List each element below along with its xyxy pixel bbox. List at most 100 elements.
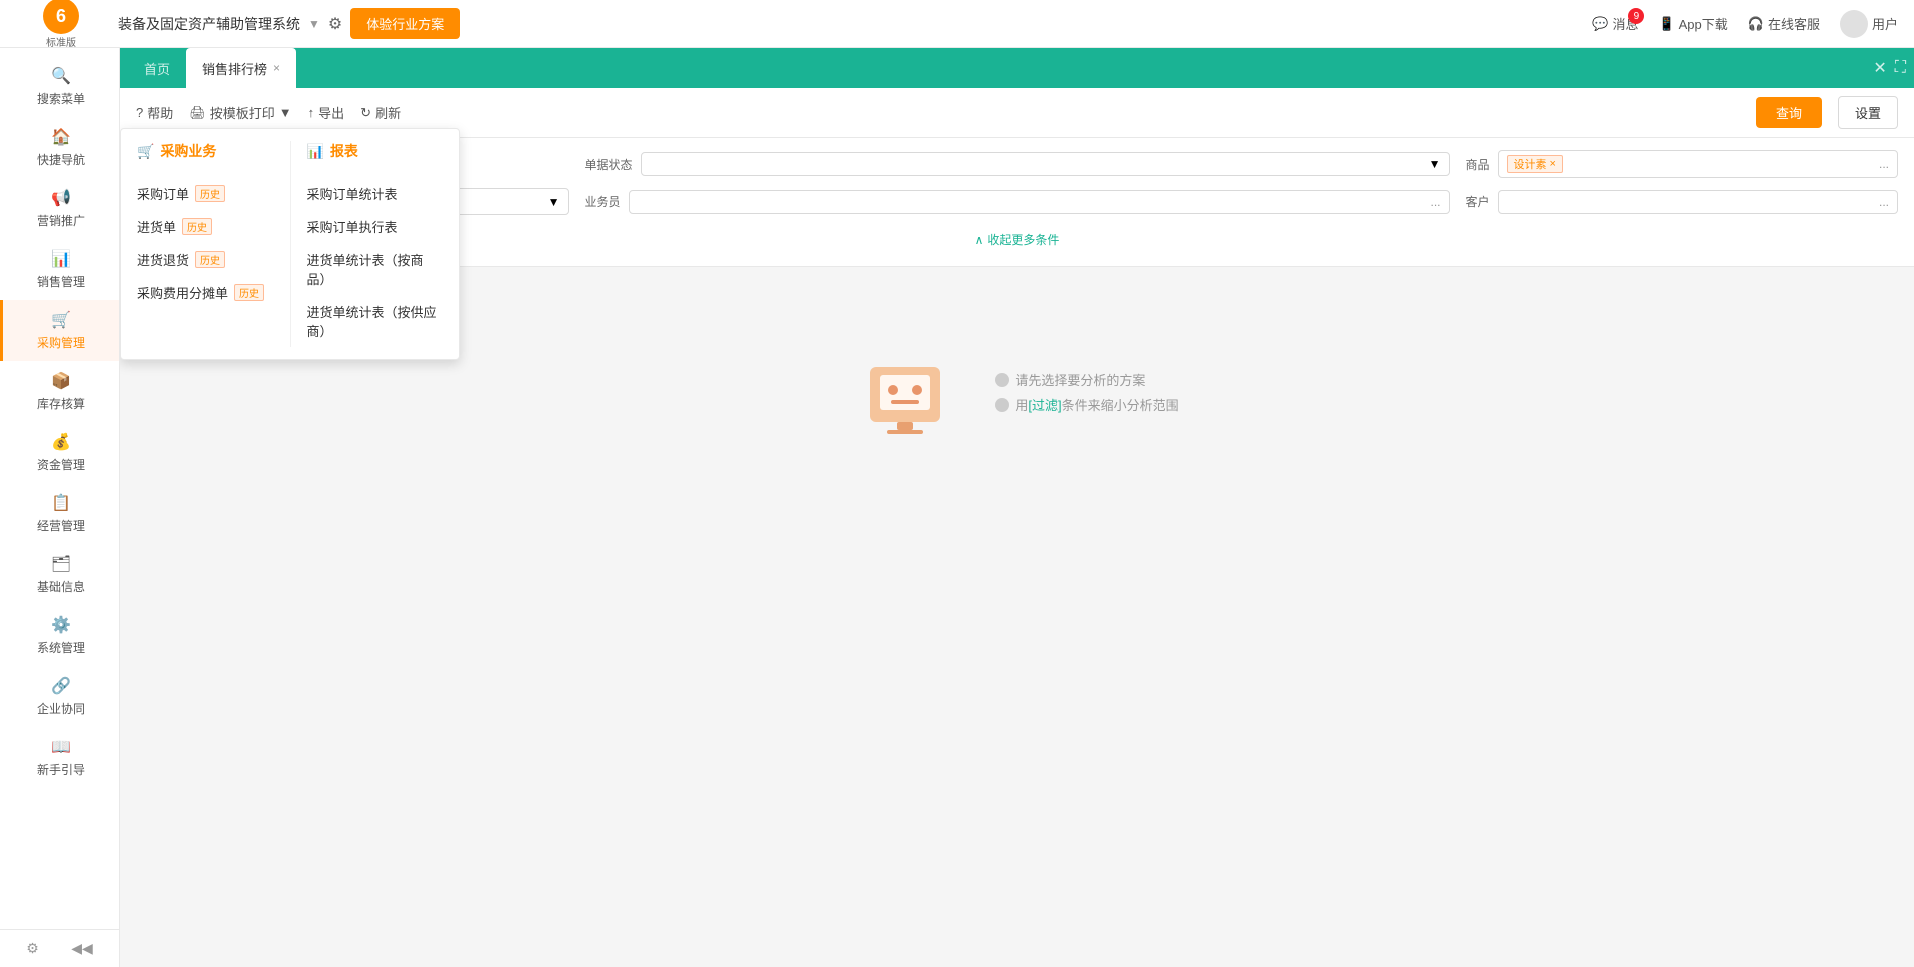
- return-label: 进货退货: [137, 250, 189, 269]
- dropdown-item-expense[interactable]: 采购费用分摊单 历史: [137, 276, 274, 309]
- tabbar-expand-button[interactable]: ⛶: [1895, 59, 1906, 77]
- system-title: 装备及固定资产辅助管理系统: [118, 14, 300, 34]
- sidebar-item-label: 基础信息: [37, 578, 85, 595]
- print-button[interactable]: 🖨 按模板打印 ▼: [189, 103, 291, 122]
- content-area: 首页 销售排行榜 × ✕ ⛶ ? 帮助 🖨 按模板打印: [120, 48, 1914, 967]
- title-arrow-icon[interactable]: ▼: [308, 17, 320, 31]
- sidebar-item-quick[interactable]: 🏠 快捷导航: [0, 117, 119, 178]
- user-label: 用户: [1872, 14, 1898, 33]
- collapse-label: 收起更多条件: [987, 231, 1059, 248]
- tabbar-actions: ✕ ⛶: [1873, 58, 1906, 78]
- message-badge: 9: [1628, 8, 1644, 24]
- dropdown-item-purchase-order[interactable]: 采购订单 历史: [137, 177, 274, 210]
- customer-dots: ...: [1879, 195, 1889, 209]
- dropdown-item-inbound-stats-goods[interactable]: 进货单统计表（按商品）: [307, 243, 444, 295]
- sidebar-item-search[interactable]: 🔍 搜索菜单: [0, 56, 119, 117]
- tab-home[interactable]: 首页: [128, 48, 186, 88]
- sidebar-item-finance[interactable]: 💰 资金管理: [0, 422, 119, 483]
- online-service-button[interactable]: 🎧 在线客服: [1748, 14, 1820, 33]
- logo: 6 标准版: [16, 0, 106, 49]
- doc-status-filter-item: 单据状态 ▼: [585, 152, 1450, 176]
- dropdown-item-po-exec[interactable]: 采购订单执行表: [307, 210, 444, 243]
- inbound-label: 进货单: [137, 217, 176, 236]
- sidebar-item-label: 营销推广: [37, 212, 85, 229]
- headset-icon: 🎧: [1748, 16, 1764, 32]
- tab-sales-rank[interactable]: 销售排行榜 ×: [186, 48, 296, 88]
- app-download-label: App下载: [1679, 14, 1728, 33]
- sidebar-item-label: 经营管理: [37, 517, 85, 534]
- sidebar-item-label: 新手引导: [37, 761, 85, 778]
- purchase-order-history-badge: 历史: [195, 185, 225, 202]
- export-button[interactable]: ↑ 导出: [308, 103, 345, 122]
- sidebar-item-sales[interactable]: 📊 销售管理: [0, 239, 119, 300]
- main-layout: 🔍 搜索菜单 🏠 快捷导航 📢 营销推广 📊 销售管理 🛒 采购管理 📦 库存核…: [0, 48, 1914, 967]
- expense-history-badge: 历史: [234, 284, 264, 301]
- tabbar-close-button[interactable]: ✕: [1873, 58, 1886, 78]
- user-menu-button[interactable]: 用户: [1840, 10, 1898, 38]
- goods-filter-item: 商品 设计素 × ...: [1466, 150, 1899, 178]
- topbar-right: 💬 消息 9 📱 App下载 🎧 在线客服 用户: [1592, 10, 1898, 38]
- guide-icon: 📖: [51, 737, 71, 757]
- avatar: [1840, 10, 1868, 38]
- sales-icon: 📊: [51, 249, 71, 269]
- refresh-label: 刷新: [375, 103, 401, 122]
- goods-inner: 设计素 ×: [1507, 155, 1875, 173]
- dropdown-item-inbound[interactable]: 进货单 历史: [137, 210, 274, 243]
- doc-status-control[interactable]: ▼: [641, 152, 1450, 176]
- customer-control[interactable]: ...: [1498, 190, 1898, 214]
- sidebar-item-purchase[interactable]: 🛒 采购管理: [0, 300, 119, 361]
- salesperson-filter-item: 业务员 ...: [585, 190, 1450, 214]
- help-button[interactable]: ? 帮助: [136, 103, 173, 122]
- sidebar-bottom: ⚙ ◀◀: [0, 929, 119, 967]
- sidebar-item-inventory[interactable]: 📦 库存核算: [0, 361, 119, 422]
- dropdown-item-inbound-stats-supplier[interactable]: 进货单统计表（按供应商）: [307, 295, 444, 347]
- goods-tag-close[interactable]: ×: [1550, 158, 1556, 170]
- help-icon: ?: [136, 105, 143, 120]
- return-history-badge: 历史: [195, 251, 225, 268]
- goods-tag-text: 设计素: [1514, 156, 1547, 172]
- doc-status-arrow: ▼: [1429, 157, 1441, 171]
- inbound-stats-goods-label: 进货单统计表（按商品）: [307, 250, 444, 288]
- sidebar-item-system[interactable]: ⚙️ 系统管理: [0, 605, 119, 666]
- goods-tag: 设计素 ×: [1507, 155, 1563, 173]
- dropdown-item-return[interactable]: 进货退货 历史: [137, 243, 274, 276]
- online-service-label: 在线客服: [1768, 14, 1820, 33]
- customer-filter-item: 客户 ...: [1466, 190, 1899, 214]
- salesperson-control[interactable]: ...: [629, 190, 1450, 214]
- export-label: 导出: [318, 103, 344, 122]
- print-arrow-icon: ▼: [279, 105, 292, 120]
- industry-button[interactable]: 体验行业方案: [350, 8, 460, 39]
- dropdown-item-po-stats[interactable]: 采购订单统计表: [307, 177, 444, 210]
- customer-label: 客户: [1466, 193, 1490, 210]
- app-download-button[interactable]: 📱 App下载: [1658, 14, 1727, 33]
- sidebar-item-operations[interactable]: 📋 经营管理: [0, 483, 119, 544]
- basic-icon: 🗂: [51, 554, 71, 574]
- message-button[interactable]: 💬 消息 9: [1592, 14, 1638, 33]
- empty-illustration: [855, 347, 955, 437]
- sidebar-settings-button[interactable]: ⚙: [26, 940, 39, 957]
- sort-arrow: ▼: [548, 195, 560, 209]
- sidebar: 🔍 搜索菜单 🏠 快捷导航 📢 营销推广 📊 销售管理 🛒 采购管理 📦 库存核…: [0, 48, 120, 967]
- sidebar-item-enterprise[interactable]: 🔗 企业协同: [0, 666, 119, 727]
- report-col-title: 报表: [330, 141, 358, 161]
- sidebar-item-marketing[interactable]: 📢 营销推广: [0, 178, 119, 239]
- refresh-button[interactable]: ↻ 刷新: [360, 103, 401, 122]
- query-button[interactable]: 查询: [1756, 97, 1822, 128]
- sidebar-item-guide[interactable]: 📖 新手引导: [0, 727, 119, 788]
- settings-icon[interactable]: ⚙: [328, 14, 342, 34]
- empty-text-container: 请先选择要分析的方案 用[过滤]条件来缩小分析范围: [995, 370, 1178, 414]
- report-col-header: 📊 报表: [307, 141, 444, 167]
- inventory-icon: 📦: [51, 371, 71, 391]
- report-col: 📊 报表 采购订单统计表 采购订单执行表 进货单统计表（按商品）: [290, 141, 460, 347]
- logo-icon: 6: [43, 0, 79, 34]
- purchase-icon: 🛒: [51, 310, 71, 330]
- sidebar-item-basic[interactable]: 🗂 基础信息: [0, 544, 119, 605]
- inbound-stats-supplier-label: 进货单统计表（按供应商）: [307, 302, 444, 340]
- settings-button[interactable]: 设置: [1838, 96, 1898, 129]
- purchase-order-label: 采购订单: [137, 184, 189, 203]
- page-content: ? 帮助 🖨 按模板打印 ▼ ↑ 导出 ↻ 刷新 查询 设置: [120, 88, 1914, 967]
- po-stats-label: 采购订单统计表: [307, 184, 398, 203]
- tab-close-icon[interactable]: ×: [273, 61, 280, 75]
- sidebar-collapse-button[interactable]: ◀◀: [71, 940, 93, 957]
- goods-control[interactable]: 设计素 × ...: [1498, 150, 1898, 178]
